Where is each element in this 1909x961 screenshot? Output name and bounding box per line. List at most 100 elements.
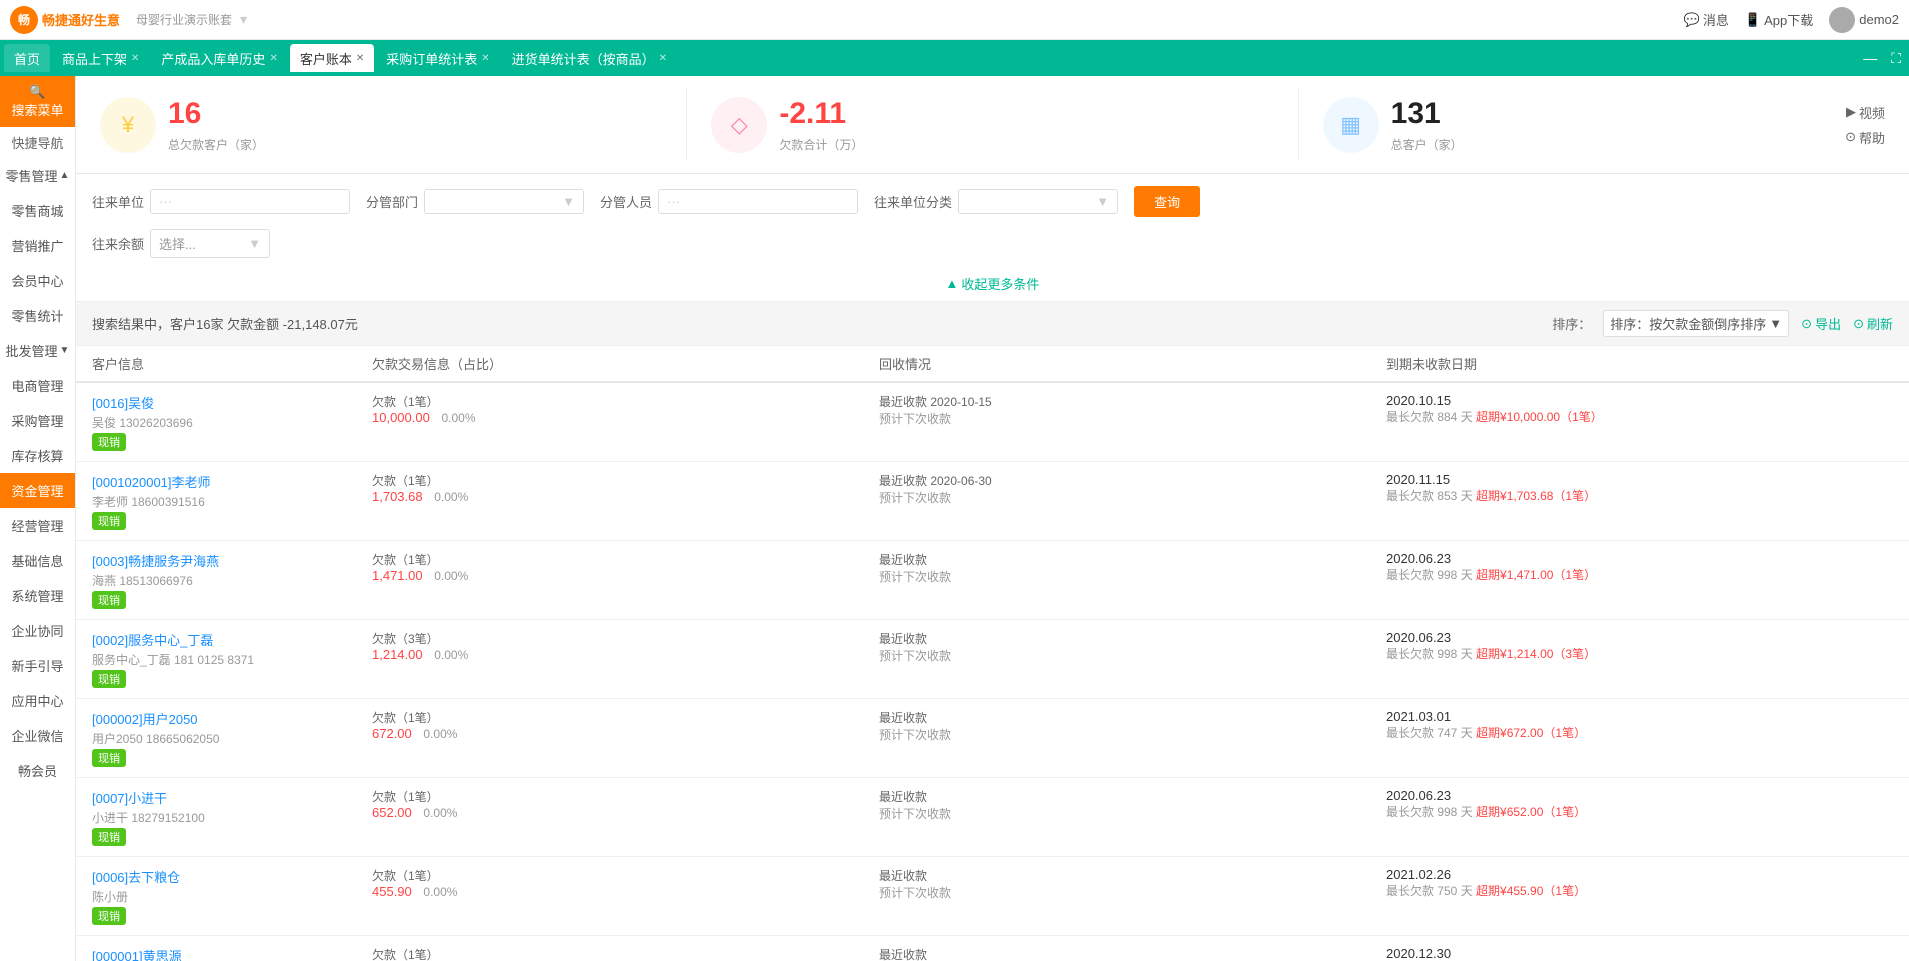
- sidebar-item-retail-stat[interactable]: 零售统计: [0, 298, 75, 333]
- customer-name[interactable]: [0006]去下粮仓: [92, 867, 372, 886]
- customer-phone: 吴俊 13026203696: [92, 414, 372, 431]
- export-btn[interactable]: ⊙ 导出: [1801, 314, 1841, 333]
- search-button[interactable]: 查询: [1134, 186, 1200, 217]
- collapse-button[interactable]: ▲ 收起更多条件: [946, 274, 1040, 293]
- collect-cell: 最近收款 预计下次收款: [879, 551, 1386, 585]
- debt-amount[interactable]: 1,471.00: [372, 568, 423, 583]
- debt-label: 欠款（1笔）: [372, 551, 879, 568]
- debt-pct: 0.00%: [423, 806, 457, 820]
- tab-products[interactable]: 商品上下架 ✕: [52, 44, 149, 72]
- collect-next: 预计下次收款: [879, 884, 1386, 901]
- debt-amount[interactable]: 455.90: [372, 884, 412, 899]
- help-btn[interactable]: ⊙ 帮助: [1845, 128, 1885, 147]
- sidebar-quick-nav[interactable]: 快捷导航: [0, 127, 75, 158]
- due-date: 2020.11.15: [1386, 472, 1893, 487]
- due-cell: 2020.11.15 最长欠款 853 天 超期¥1,703.68（1笔）: [1386, 472, 1893, 504]
- table-row: [000001]黄思源 黄思源 13552700226 现销 欠款（1笔） 42…: [76, 936, 1909, 961]
- sidebar-item-ecom[interactable]: 电商管理: [0, 368, 75, 403]
- sidebar-item-ops[interactable]: 经营管理: [0, 508, 75, 543]
- customer-name[interactable]: [000002]用户2050: [92, 709, 372, 728]
- main-content: ¥ 16 总欠款客户（家） ◇ -2.11 欠款合计（万） ▦ 131 总客户（…: [76, 76, 1909, 961]
- due-overdue[interactable]: 超期¥1,471.00（1笔）: [1476, 568, 1596, 582]
- sidebar-item-vip[interactable]: 畅会员: [0, 753, 75, 788]
- sidebar-item-basic[interactable]: 基础信息: [0, 543, 75, 578]
- debt-cell: 欠款（1笔） 1,703.68 0.00%: [372, 472, 879, 504]
- customer-phone: 小进干 18279152100: [92, 809, 372, 826]
- industry-label[interactable]: 母婴行业演示账套: [136, 11, 232, 28]
- collect-latest: 最近收款: [879, 788, 1386, 805]
- customer-name[interactable]: [0001020001]李老师: [92, 472, 372, 491]
- sidebar-item-batch-mgmt[interactable]: 批发管理 ▼: [0, 333, 75, 368]
- tabs-minimize[interactable]: —: [1859, 50, 1881, 67]
- video-btn[interactable]: ▶ 视频: [1846, 103, 1885, 122]
- debtors-info: 16 总欠款客户（家）: [168, 96, 264, 153]
- category-select[interactable]: ▼: [958, 189, 1118, 214]
- tab-close-inbound[interactable]: ✕: [269, 53, 277, 64]
- debt-amount[interactable]: 1,703.68: [372, 489, 423, 504]
- layout: 🔍 搜索菜单 快捷导航 零售管理 ▲ 零售商城 营销推广 会员中心 零售统计 批…: [0, 76, 1909, 961]
- debt-amount[interactable]: 672.00: [372, 726, 412, 741]
- debt-amount[interactable]: 10,000.00: [372, 410, 430, 425]
- sidebar-item-collab[interactable]: 企业协同: [0, 613, 75, 648]
- due-overdue[interactable]: 超期¥455.90（1笔）: [1476, 884, 1586, 898]
- debt-cell: 欠款（1笔） 10,000.00 0.00%: [372, 393, 879, 425]
- tab-close-inventory[interactable]: ✕: [659, 53, 667, 64]
- sidebar-item-apps[interactable]: 应用中心: [0, 683, 75, 718]
- sidebar-item-system[interactable]: 系统管理: [0, 578, 75, 613]
- chevron-sort: ▼: [1769, 316, 1782, 331]
- dept-select[interactable]: ▼: [424, 189, 584, 214]
- due-overdue[interactable]: 超期¥1,214.00（3笔）: [1476, 647, 1596, 661]
- debt-amount[interactable]: 1,214.00: [372, 647, 423, 662]
- sidebar-item-purchase[interactable]: 采购管理: [0, 403, 75, 438]
- user-menu[interactable]: demo2: [1829, 7, 1899, 33]
- sidebar: 🔍 搜索菜单 快捷导航 零售管理 ▲ 零售商城 营销推广 会员中心 零售统计 批…: [0, 76, 76, 961]
- due-days: 最长欠款 750 天: [1386, 884, 1476, 898]
- due-overdue[interactable]: 超期¥10,000.00（1笔）: [1476, 410, 1603, 424]
- sidebar-item-wechat[interactable]: 企业微信: [0, 718, 75, 753]
- sidebar-item-member[interactable]: 会员中心: [0, 263, 75, 298]
- due-overdue[interactable]: 超期¥672.00（1笔）: [1476, 726, 1586, 740]
- sidebar-item-marketing[interactable]: 营销推广: [0, 228, 75, 263]
- sidebar-item-retail-mall[interactable]: 零售商城: [0, 193, 75, 228]
- tab-inventory[interactable]: 进货单统计表（按商品） ✕: [502, 44, 677, 72]
- tab-customer[interactable]: 客户账本 ✕: [290, 44, 374, 72]
- debt-label: 欠款（1笔）: [372, 867, 879, 884]
- debt-amount[interactable]: 652.00: [372, 805, 412, 820]
- due-date: 2021.02.26: [1386, 867, 1893, 882]
- tab-close-purchase[interactable]: ✕: [481, 53, 489, 64]
- customer-name[interactable]: [0002]服务中心_丁磊: [92, 630, 372, 649]
- due-cell: 2020.12.30 最长欠款 808 天 超期¥429.00（1笔）: [1386, 946, 1893, 961]
- customer-phone: 海燕 18513066976: [92, 572, 372, 589]
- sidebar-item-warehouse[interactable]: 库存核算: [0, 438, 75, 473]
- tab-inbound[interactable]: 产成品入库单历史 ✕: [151, 44, 287, 72]
- sidebar-item-retail-mgmt[interactable]: 零售管理 ▲: [0, 158, 75, 193]
- customer-name[interactable]: [0007]小进干: [92, 788, 372, 807]
- tab-close-products[interactable]: ✕: [131, 53, 139, 64]
- customer-badge: 现销: [92, 907, 126, 925]
- person-input[interactable]: ···: [658, 189, 858, 214]
- total-info: 131 总客户（家）: [1391, 96, 1463, 153]
- due-cell: 2021.03.01 最长欠款 747 天 超期¥672.00（1笔）: [1386, 709, 1893, 741]
- message-btn[interactable]: 💬 消息: [1684, 10, 1729, 29]
- tab-close-customer[interactable]: ✕: [356, 53, 364, 64]
- sidebar-item-finance[interactable]: 资金管理: [0, 473, 75, 508]
- sidebar-search[interactable]: 🔍 搜索菜单: [0, 76, 75, 127]
- customer-name[interactable]: [0016]吴俊: [92, 393, 372, 412]
- customer-name[interactable]: [0003]畅捷服务尹海燕: [92, 551, 372, 570]
- filter-person: 分管人员 ···: [600, 189, 858, 214]
- tab-purchase[interactable]: 采购订单统计表 ✕: [376, 44, 499, 72]
- due-overdue[interactable]: 超期¥652.00（1笔）: [1476, 805, 1586, 819]
- customer-name[interactable]: [000001]黄思源: [92, 946, 372, 961]
- balance-select[interactable]: 选择... ▼: [150, 229, 270, 258]
- due-overdue[interactable]: 超期¥1,703.68（1笔）: [1476, 489, 1596, 503]
- sidebar-item-newbie[interactable]: 新手引导: [0, 648, 75, 683]
- tab-home[interactable]: 首页: [4, 44, 50, 72]
- refresh-btn[interactable]: ⊙ 刷新: [1853, 314, 1893, 333]
- collapse-icon: ▲: [946, 276, 959, 291]
- tabs-maximize[interactable]: ⛶: [1887, 50, 1905, 67]
- collect-latest: 最近收款: [879, 867, 1386, 884]
- table-body: [0016]吴俊 吴俊 13026203696 现销 欠款（1笔） 10,000…: [76, 383, 1909, 961]
- app-download-btn[interactable]: 📱 App下载: [1745, 10, 1813, 29]
- source-unit-input[interactable]: ···: [150, 189, 350, 214]
- sort-select[interactable]: 排序：按欠款金额倒序排序 ▼: [1603, 310, 1789, 337]
